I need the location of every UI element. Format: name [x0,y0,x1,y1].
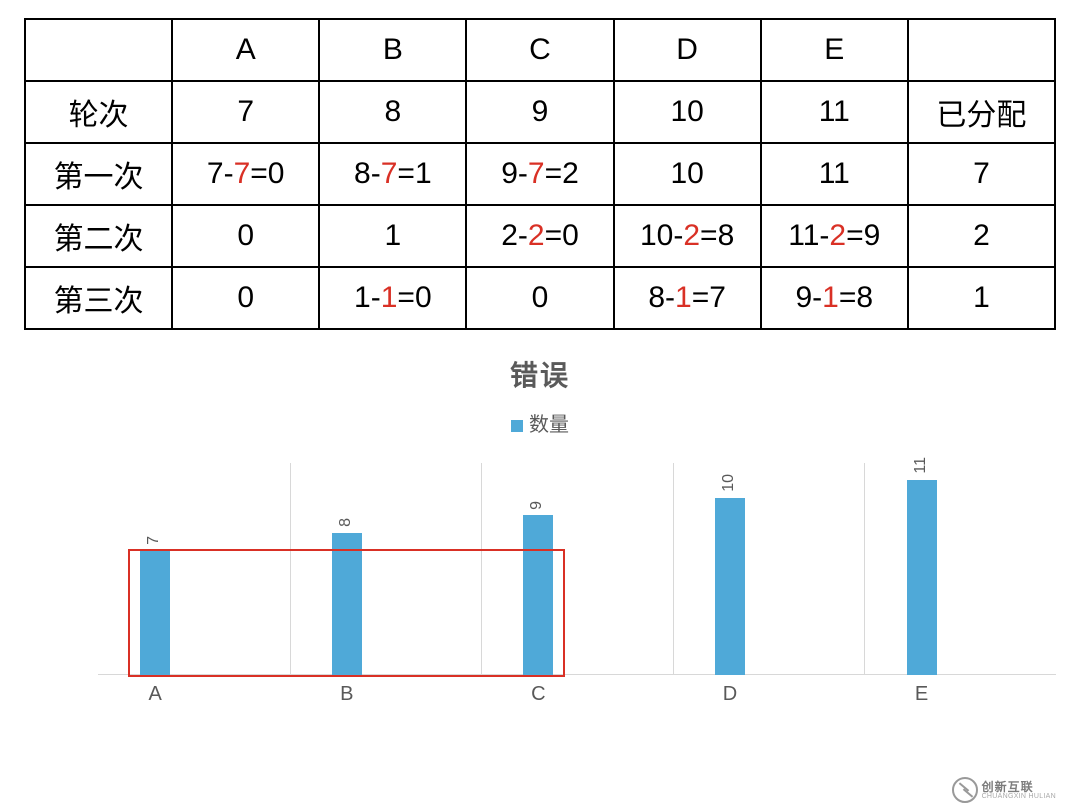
table-header-cell: C [466,19,613,81]
bar: 8 [332,533,362,675]
bar-value-label: 7 [145,536,163,545]
watermark: 创新互联 CHUANGXIN HULIAN [952,777,1056,803]
plot-area: 7A8B9C10D11E [98,463,1056,675]
table-cell: 1 [319,205,466,267]
table-cell: 1-1=0 [319,267,466,329]
table-cell: 2-2=0 [466,205,613,267]
error-chart: 错误 数量 7A8B9C10D11E [24,354,1056,675]
table-cell: 10-2=8 [614,205,761,267]
bar-value-label: 10 [720,474,738,492]
table-cell: 8-1=7 [614,267,761,329]
table-cell: 7-7=0 [172,143,319,205]
category-label: E [915,683,928,706]
watermark-text-en: CHUANGXIN HULIAN [982,793,1056,800]
category-label: B [340,683,353,706]
table-cell: 9 [466,81,613,143]
bar: 10 [715,498,745,675]
table-cell: 9-1=8 [761,267,908,329]
watermark-logo-icon [952,777,978,803]
table-cell: 10 [614,143,761,205]
table-row-label: 第三次 [25,267,172,329]
table-cell: 0 [172,205,319,267]
bar: 11 [907,480,937,675]
bar: 9 [523,515,553,675]
table-header-cell [908,19,1055,81]
table-cell: 11-2=9 [761,205,908,267]
table-header-cell: A [172,19,319,81]
table-cell: 7 [908,143,1055,205]
table-cell: 0 [466,267,613,329]
table-cell: 8-7=1 [319,143,466,205]
table-row-label: 第二次 [25,205,172,267]
table-cell: 1 [908,267,1055,329]
table-header-cell: D [614,19,761,81]
table-header-cell: B [319,19,466,81]
bar-value-label: 9 [528,501,546,510]
category-label: C [531,683,545,706]
bar-value-label: 8 [337,518,355,527]
bar: 7 [140,551,170,675]
table-cell: 已分配 [908,81,1055,143]
table-cell: 11 [761,143,908,205]
legend-swatch-icon [511,420,523,432]
category-label: D [723,683,737,706]
allocation-table: ABCDE轮次7891011已分配第一次7-7=08-7=19-7=210117… [24,18,1056,330]
table-cell: 11 [761,81,908,143]
table-cell: 2 [908,205,1055,267]
table-cell: 10 [614,81,761,143]
chart-title: 错误 [24,354,1056,394]
table-row-label: 轮次 [25,81,172,143]
table-cell: 0 [172,267,319,329]
gridline [864,463,865,675]
table-cell: 8 [319,81,466,143]
gridline [481,463,482,675]
chart-legend: 数量 [24,408,1056,437]
table-cell: 9-7=2 [466,143,613,205]
gridline [673,463,674,675]
category-label: A [148,683,161,706]
table-header-cell: E [761,19,908,81]
table-row-label: 第一次 [25,143,172,205]
gridline [290,463,291,675]
watermark-text-cn: 创新互联 [982,781,1056,793]
table-header-cell [25,19,172,81]
legend-label: 数量 [529,414,569,436]
table-cell: 7 [172,81,319,143]
bar-value-label: 11 [912,457,930,474]
